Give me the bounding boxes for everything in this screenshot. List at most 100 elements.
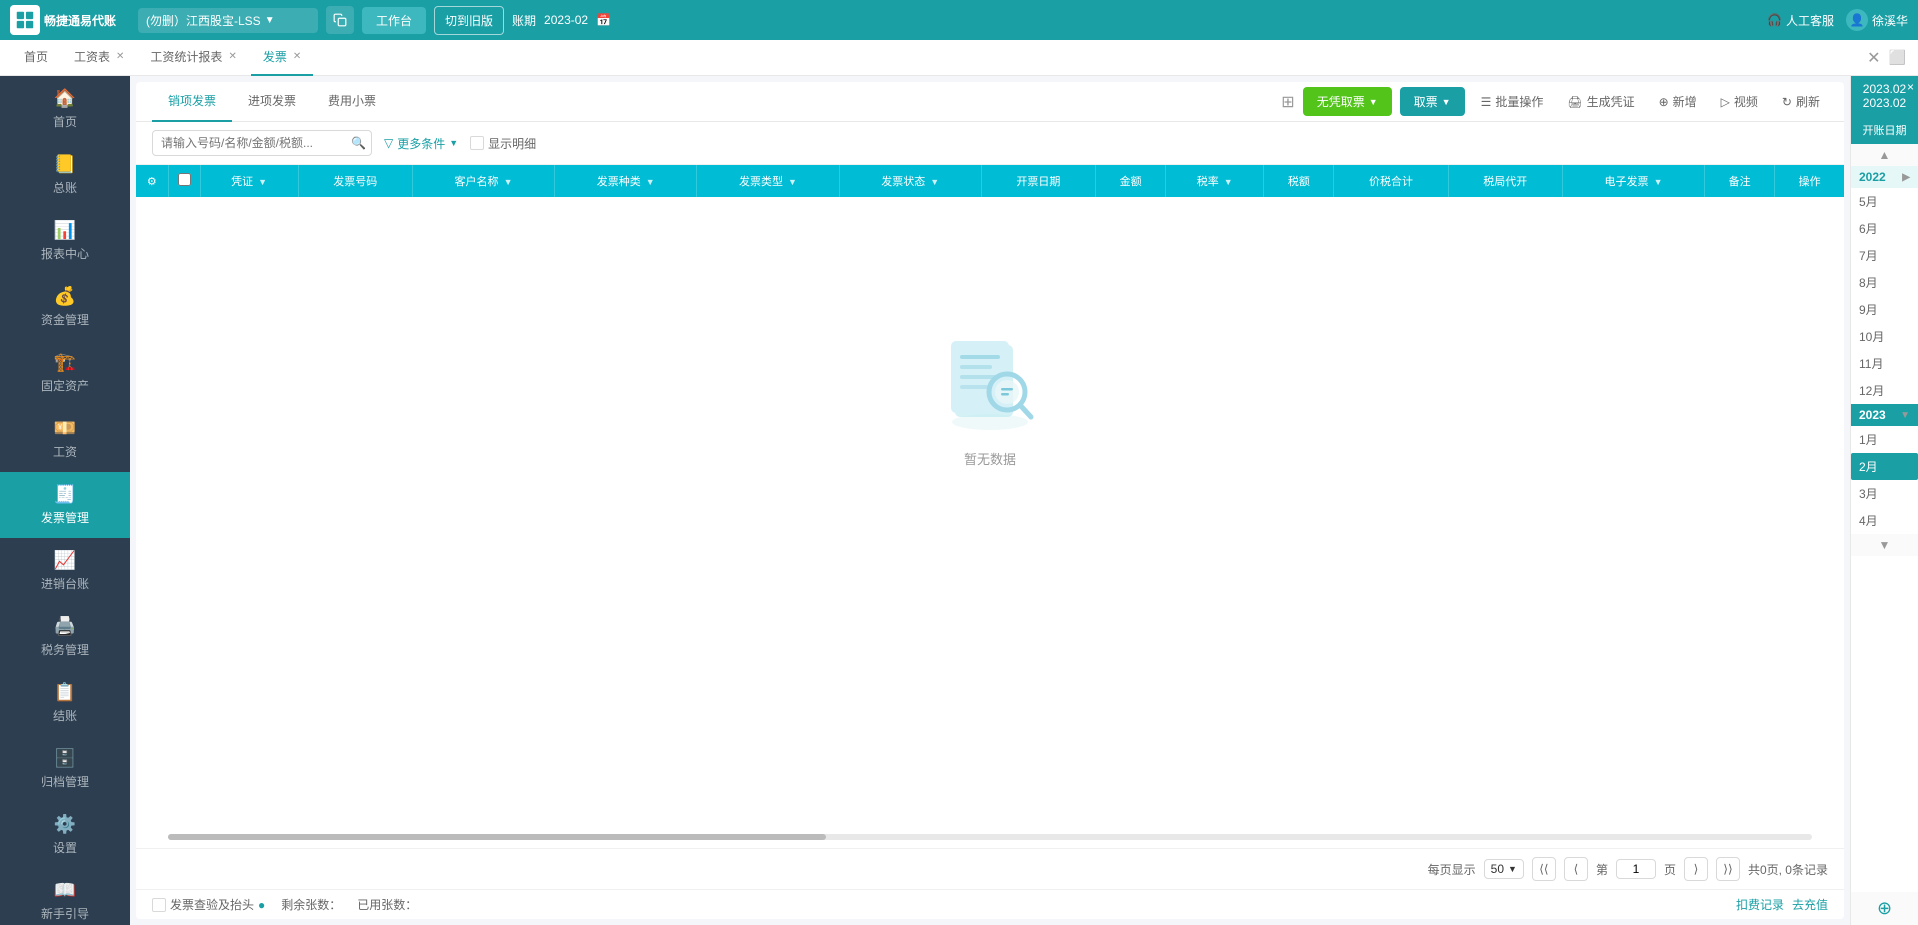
more-filter-btn[interactable]: ▽ 更多条件 ▼ [384, 135, 458, 152]
invoice-type2-filter-icon[interactable]: ▼ [788, 177, 797, 187]
sidebar-item-ledger[interactable]: 📒 总账 [0, 142, 130, 208]
period-2023-01[interactable]: 1月 [1851, 426, 1918, 453]
search-input-wrap: 🔍 [152, 130, 372, 156]
invoice-check-checkbox[interactable] [152, 898, 166, 912]
workspace-button[interactable]: 工作台 [362, 7, 426, 34]
sidebar-item-newbie[interactable]: 📖 新手引导 [0, 868, 130, 925]
period-2022-07[interactable]: 7月 [1851, 242, 1918, 269]
sidebar-item-fixed[interactable]: 🏗️ 固定资产 [0, 340, 130, 406]
video-icon: ▷ [1721, 95, 1730, 109]
customer-filter-icon[interactable]: ▼ [504, 177, 513, 187]
sidebar-item-archive[interactable]: 🗄️ 归档管理 [0, 736, 130, 802]
switch-version-button[interactable]: 切到旧版 [434, 6, 504, 35]
right-panel-close-btn[interactable]: × [1907, 80, 1914, 94]
invoice-table-wrap: ⚙ 凭证 ▼ 发票号码 客户名称 ▼ 发票种类 ▼ 发票类型 ▼ 发票状态 ▼ … [136, 165, 1844, 826]
current-page-input[interactable] [1616, 859, 1656, 879]
sidebar-item-sales[interactable]: 📈 进销台账 [0, 538, 130, 604]
company-name: (勿删）江西股宝-LSS [146, 12, 261, 29]
copy-button[interactable] [326, 6, 354, 34]
sub-tabs: 销项发票 进项发票 费用小票 ⊞ 无凭取票 ▼ 取票 ▼ [136, 82, 1844, 122]
period-2023-02[interactable]: 2月 [1851, 453, 1918, 480]
sidebar-item-tax[interactable]: 🖨️ 税务管理 [0, 604, 130, 670]
period-2022-12[interactable]: 12月 [1851, 377, 1918, 404]
show-detail-checkbox[interactable] [470, 136, 484, 150]
deduction-records-link[interactable]: 扣费记录 [1736, 896, 1784, 913]
invoice-type1-filter-icon[interactable]: ▼ [646, 177, 655, 187]
user-info[interactable]: 👤 徐溪华 [1846, 9, 1908, 31]
last-page-btn[interactable]: ⟩⟩ [1716, 857, 1740, 881]
col-checkbox[interactable] [168, 165, 200, 197]
scroll-down-btn[interactable]: ▼ [1851, 534, 1918, 556]
refresh-btn[interactable]: ↻ 刷新 [1774, 87, 1828, 116]
year-2023-header[interactable]: 2023 ▼ [1851, 404, 1918, 426]
layout-icon[interactable]: ⊞ [1281, 92, 1294, 112]
close-invoice-tab[interactable]: ✕ [293, 51, 301, 62]
col-settings[interactable]: ⚙ [136, 165, 168, 197]
sidebar-label-fund: 资金管理 [41, 311, 89, 328]
search-input[interactable] [152, 130, 372, 156]
tax-rate-filter-icon[interactable]: ▼ [1224, 177, 1233, 187]
right-panel-expand-btn[interactable]: ⊕ [1851, 892, 1918, 925]
sidebar-item-salary[interactable]: 💴 工资 [0, 406, 130, 472]
sidebar-item-report[interactable]: 📊 报表中心 [0, 208, 130, 274]
batch-op-btn[interactable]: ☰ 批量操作 [1473, 87, 1552, 116]
sidebar-item-invoice[interactable]: 🧾 发票管理 [0, 472, 130, 538]
show-detail-label[interactable]: 显示明细 [470, 135, 536, 152]
tab-home[interactable]: 首页 [12, 40, 60, 76]
e-invoice-filter-icon[interactable]: ▼ [1654, 177, 1663, 187]
col-invoice-no: 发票号码 [298, 165, 412, 197]
page-total: 共0页, 0条记录 [1748, 861, 1828, 878]
period-2022-11[interactable]: 11月 [1851, 350, 1918, 377]
sidebar-item-fund[interactable]: 💰 资金管理 [0, 274, 130, 340]
next-page-btn[interactable]: ⟩ [1684, 857, 1708, 881]
sidebar-item-home[interactable]: 🏠 首页 [0, 76, 130, 142]
period-2023-03[interactable]: 3月 [1851, 480, 1918, 507]
company-selector[interactable]: (勿删）江西股宝-LSS ▼ [138, 8, 318, 33]
take-btn[interactable]: 取票 ▼ [1400, 87, 1465, 116]
horizontal-scrollbar[interactable] [136, 826, 1844, 848]
no-voucher-btn[interactable]: 无凭取票 ▼ [1303, 87, 1392, 116]
prev-page-btn[interactable]: ⟨ [1564, 857, 1588, 881]
human-service-label: 人工客服 [1786, 12, 1834, 29]
period-2022-08[interactable]: 8月 [1851, 269, 1918, 296]
sub-tab-purchase-invoice[interactable]: 进项发票 [232, 82, 312, 122]
scroll-up-btn[interactable]: ▲ [1851, 144, 1918, 166]
tab-invoice[interactable]: 发票 ✕ [251, 40, 313, 76]
per-page-select[interactable]: 50 ▼ [1484, 859, 1524, 879]
sidebar-item-checkout[interactable]: 📋 结账 [0, 670, 130, 736]
headset-icon: 🎧 [1767, 13, 1782, 27]
first-page-btn[interactable]: ⟨⟨ [1532, 857, 1556, 881]
video-btn[interactable]: ▷ 视频 [1713, 87, 1766, 116]
checkout-icon: 📋 [54, 682, 76, 703]
right-panel-title-row1: 2023.02 [1855, 82, 1914, 96]
generate-voucher-btn[interactable]: 🖨 生成凭证 [1559, 87, 1642, 116]
tab-payroll[interactable]: 工资表 ✕ [62, 40, 136, 76]
sub-tab-sales-invoice[interactable]: 销项发票 [152, 82, 232, 122]
tab-payroll-stats[interactable]: 工资统计报表 ✕ [138, 40, 248, 76]
period-2022-10[interactable]: 10月 [1851, 323, 1918, 350]
voucher-filter-icon[interactable]: ▼ [258, 177, 267, 187]
recharge-link[interactable]: 去充值 [1792, 896, 1828, 913]
open-period-button[interactable]: 开账日期 [1851, 116, 1918, 144]
invoice-status-filter-icon[interactable]: ▼ [930, 177, 939, 187]
calendar-icon[interactable]: 📅 [596, 13, 611, 27]
expense-receipt-label: 费用小票 [328, 92, 376, 109]
sidebar-item-settings[interactable]: ⚙️ 设置 [0, 802, 130, 868]
close-payroll-tab[interactable]: ✕ [116, 51, 124, 62]
period-2022-09[interactable]: 9月 [1851, 296, 1918, 323]
sub-tab-expense-receipt[interactable]: 费用小票 [312, 82, 392, 122]
maximize-icon[interactable]: ⬜ [1889, 49, 1906, 66]
close-all-tabs-icon[interactable]: ✕ [1867, 48, 1880, 68]
search-icon[interactable]: 🔍 [351, 136, 366, 150]
human-service-btn[interactable]: 🎧 人工客服 [1767, 12, 1834, 29]
year-2022-label: 2022 [1859, 170, 1886, 184]
year-2022-header[interactable]: 2022 ▶ [1851, 166, 1918, 188]
period-2023-04[interactable]: 4月 [1851, 507, 1918, 534]
new-btn[interactable]: ⊕ 新增 [1651, 87, 1705, 116]
period-2022-06[interactable]: 6月 [1851, 215, 1918, 242]
close-payroll-stats-tab[interactable]: ✕ [228, 51, 236, 62]
period-2022-05[interactable]: 5月 [1851, 188, 1918, 215]
invoice-check-label[interactable]: 发票查验及抬头 ● [152, 896, 265, 913]
select-all-checkbox[interactable] [178, 173, 191, 186]
period-label: 账期 [512, 12, 536, 29]
